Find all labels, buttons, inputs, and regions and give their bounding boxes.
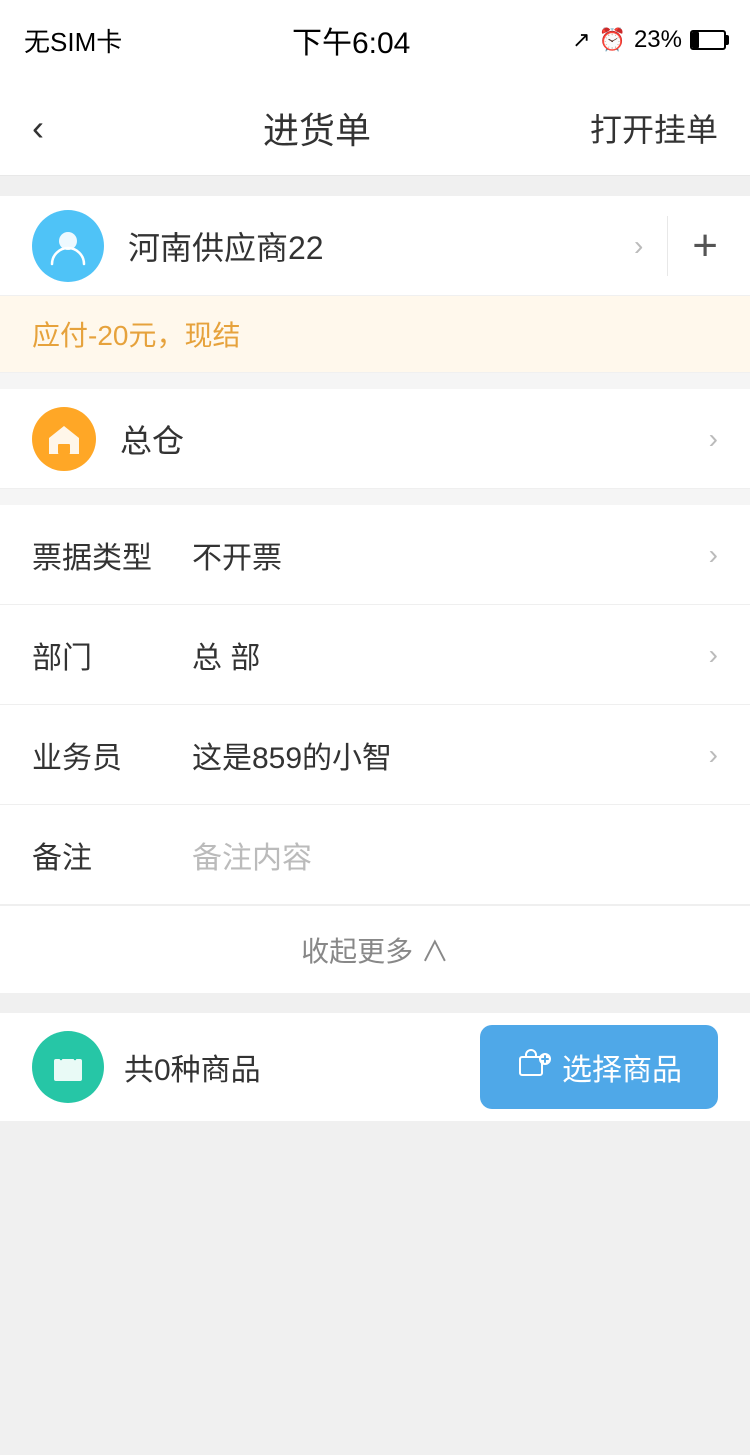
department-row[interactable]: 部门 总 部 › — [0, 605, 750, 705]
supplier-section[interactable]: 河南供应商22 › + — [0, 196, 750, 296]
invoice-type-chevron-icon: › — [709, 539, 718, 571]
bottom-bar: 共0种商品 选择商品 — [0, 1013, 750, 1121]
warehouse-chevron-icon: › — [709, 423, 718, 455]
vertical-separator — [667, 216, 668, 276]
supplier-avatar — [32, 210, 104, 282]
section-divider-1 — [0, 373, 750, 389]
back-button[interactable]: ‹ — [32, 107, 44, 149]
remark-row[interactable]: 备注 备注内容 — [0, 805, 750, 905]
invoice-type-row[interactable]: 票据类型 不开票 › — [0, 505, 750, 605]
salesperson-row[interactable]: 业务员 这是859的小智 › — [0, 705, 750, 805]
bottom-divider — [0, 993, 750, 1013]
supplier-chevron-icon: › — [634, 230, 643, 262]
cart-icon — [516, 1049, 552, 1085]
warehouse-icon — [32, 407, 96, 471]
remark-label: 备注 — [32, 833, 192, 877]
salesperson-value: 这是859的小智 — [192, 733, 709, 777]
carrier-text: 无SIM卡 — [24, 22, 122, 59]
department-chevron-icon: › — [709, 639, 718, 671]
department-value: 总 部 — [192, 633, 709, 677]
salesperson-chevron-icon: › — [709, 739, 718, 771]
open-pending-button[interactable]: 打开挂单 — [590, 105, 718, 151]
product-count-label: 共0种商品 — [124, 1045, 480, 1089]
battery-text: 23% — [634, 26, 682, 54]
nav-title: 进货单 — [263, 102, 371, 154]
select-goods-label: 选择商品 — [562, 1045, 682, 1089]
form-section: 票据类型 不开票 › 部门 总 部 › 业务员 这是859的小智 › 备注 备注… — [0, 505, 750, 993]
select-goods-button[interactable]: 选择商品 — [480, 1025, 718, 1109]
section-divider-2 — [0, 489, 750, 505]
warehouse-row[interactable]: 总仓 › — [0, 389, 750, 489]
status-bar: 无SIM卡 下午6:04 ↗ ⏰ 23% — [0, 0, 750, 80]
nav-bar: ‹ 进货单 打开挂单 — [0, 80, 750, 176]
salesperson-label: 业务员 — [32, 733, 192, 777]
location-icon: ↗ — [572, 27, 590, 53]
empty-content-area — [0, 1121, 750, 1455]
supplier-name: 河南供应商22 — [128, 223, 634, 269]
add-supplier-icon[interactable]: + — [692, 221, 718, 271]
time-display: 下午6:04 — [292, 18, 410, 62]
collapse-label: 收起更多 ∧ — [301, 930, 449, 970]
product-icon — [32, 1031, 104, 1103]
alarm-icon: ⏰ — [599, 27, 626, 53]
carrier-info: 无SIM卡 — [24, 22, 130, 59]
remark-input[interactable]: 备注内容 — [192, 833, 718, 877]
department-label: 部门 — [32, 633, 192, 677]
top-divider — [0, 176, 750, 196]
notice-banner: 应付-20元，现结 — [0, 296, 750, 373]
battery-icon — [690, 30, 726, 50]
collapse-button[interactable]: 收起更多 ∧ — [0, 905, 750, 993]
supplier-row-actions: › + — [634, 216, 718, 276]
warehouse-label: 总仓 — [120, 416, 709, 462]
system-icons: ↗ ⏰ 23% — [572, 26, 726, 54]
invoice-type-label: 票据类型 — [32, 533, 192, 577]
invoice-type-value: 不开票 — [192, 533, 709, 577]
notice-text: 应付-20元，现结 — [32, 320, 240, 351]
